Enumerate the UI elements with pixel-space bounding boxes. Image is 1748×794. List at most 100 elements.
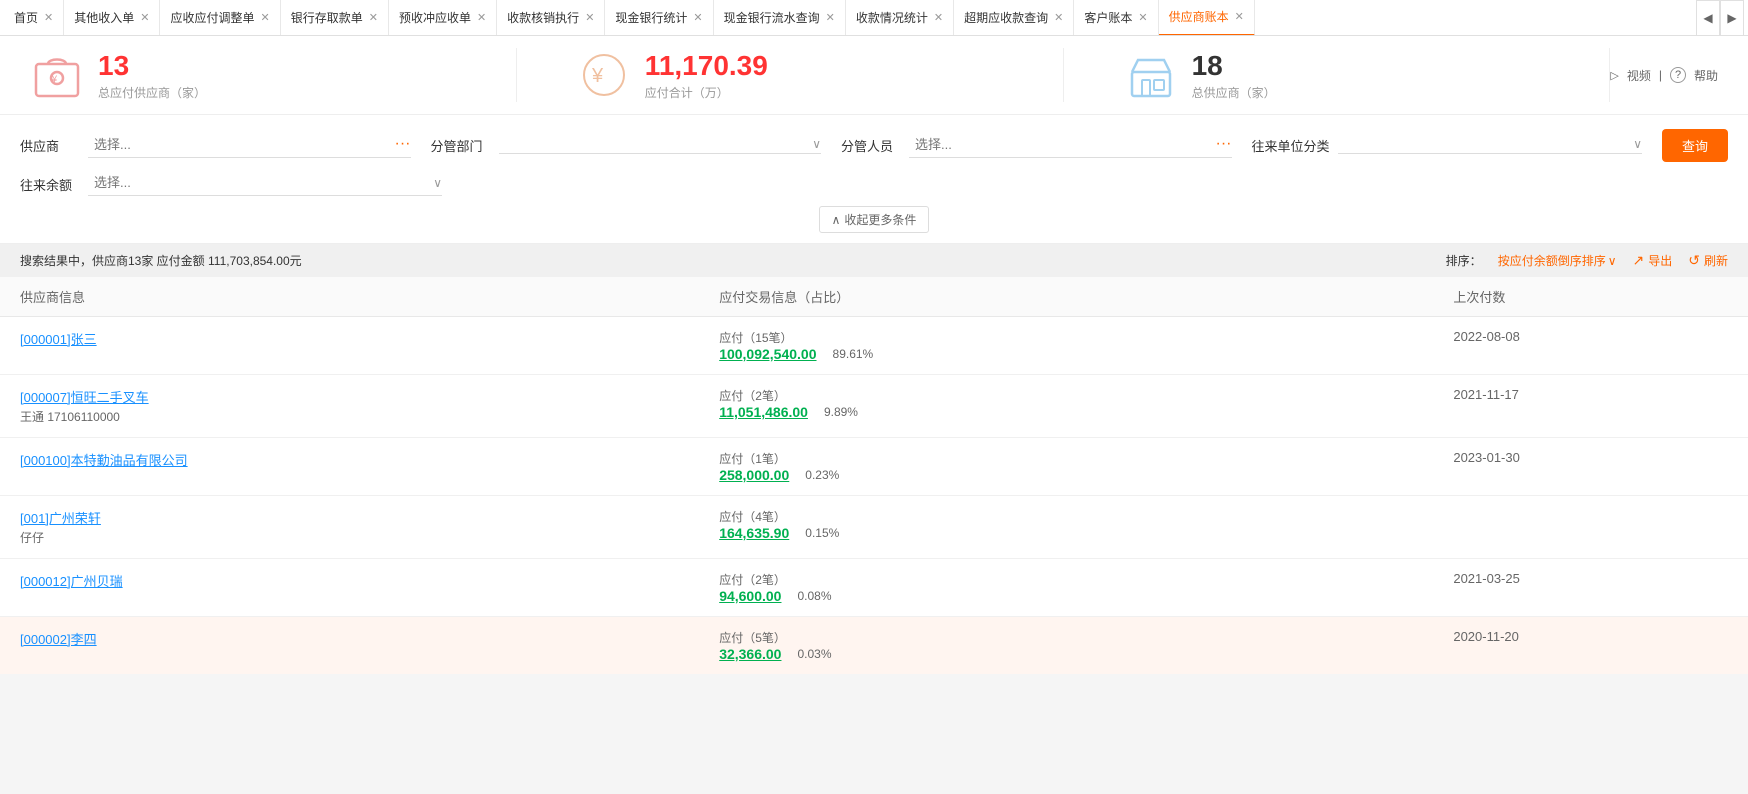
table-row: [001]广州荣轩仔仔 应付（4笔）164,635.90 0.15% [0, 496, 1748, 559]
collapse-button[interactable]: ∧ 收起更多条件 [819, 206, 930, 233]
person-dots-btn[interactable]: ··· [1216, 135, 1232, 153]
summary-text-total-suppliers: 18 总供应商（家） [1192, 49, 1276, 102]
col-header-last-pay: 上次付数 [1433, 277, 1748, 317]
video-link[interactable]: 视频 [1627, 67, 1651, 84]
nav-tab-adjust[interactable]: 应收应付调整单 ✕ [160, 0, 280, 36]
filter-row-1: 供应商 ··· 分管部门 ∨ 分管人员 ··· 往来单位分类 [20, 129, 1728, 162]
summary-text-payable-total: 11,170.39 应付合计（万） [645, 49, 768, 102]
nav-tab-close-bank[interactable]: ✕ [369, 11, 378, 24]
nav-tab-close-cashflow[interactable]: ✕ [826, 11, 835, 24]
filter-supplier: 供应商 ··· [20, 134, 411, 158]
tx-label: 应付（4笔） [719, 508, 1413, 525]
tx-amount[interactable]: 100,092,540.00 [719, 346, 816, 362]
nav-tab-close-recvstat[interactable]: ✕ [934, 11, 943, 24]
col-header-supplier-info: 供应商信息 [0, 277, 699, 317]
nav-tab-custbook[interactable]: 客户账本 ✕ [1074, 0, 1158, 36]
tx-amount[interactable]: 11,051,486.00 [719, 404, 808, 420]
tx-amount[interactable]: 258,000.00 [719, 467, 789, 483]
supplier-sub: 仔仔 [20, 529, 679, 546]
query-button[interactable]: 查询 [1662, 129, 1728, 162]
tx-label: 应付（5笔） [719, 629, 1413, 646]
category-chevron-icon[interactable]: ∨ [1633, 137, 1642, 151]
shop-icon [1124, 48, 1178, 102]
help-link[interactable]: 帮助 [1694, 67, 1718, 84]
tx-percent: 0.23% [805, 468, 839, 482]
nav-tab-label: 预收冲应收单 [399, 9, 471, 26]
nav-tab-cashflow[interactable]: 现金银行流水查询✕ [714, 0, 846, 36]
nav-tab-close-adjust[interactable]: ✕ [260, 11, 269, 24]
supplier-info-cell: [000012]广州贝瑞 [0, 559, 699, 617]
nav-tab-close-cashstat[interactable]: ✕ [693, 11, 702, 24]
nav-tab-close-custbook[interactable]: ✕ [1138, 11, 1147, 24]
supplier-link[interactable]: [000001]张三 [20, 332, 97, 347]
refresh-icon: ↺ [1688, 252, 1700, 269]
table-row: [000007]恒旺二手叉车王通 17106110000应付（2笔）11,051… [0, 375, 1748, 438]
summary-card-total-suppliers: 18 总供应商（家） [1064, 48, 1611, 102]
tx-info-cell: 应付（1笔）258,000.000.23% [699, 438, 1433, 496]
top-navigation: 首页✕其他收入单✕应收应付调整单✕银行存取款单✕预收冲应收单✕收款核销执行✕现金… [0, 0, 1748, 36]
supplier-link[interactable]: [000100]本特勤油品有限公司 [20, 453, 188, 468]
last-pay-cell: 2021-03-25 [1433, 559, 1748, 617]
dept-chevron-icon[interactable]: ∨ [812, 137, 821, 151]
nav-tab-suppbook[interactable]: 供应商账本✕ [1159, 0, 1255, 36]
summary-card-payable-total: ¥ 11,170.39 应付合计（万） [517, 48, 1064, 102]
sort-select[interactable]: 按应付余额倒序排序 ∨ [1498, 252, 1617, 269]
refresh-label: 刷新 [1704, 252, 1728, 269]
summary-bar: ¥ 13 总应付供应商（家） ¥ 11,170.39 应付合计（万） [0, 36, 1748, 115]
collapse-icon: ∧ [832, 213, 841, 227]
nav-tab-label: 应收应付调整单 [170, 9, 254, 26]
table-row: [000012]广州贝瑞 应付（2笔）94,600.000.08% 2021-03-… [0, 559, 1748, 617]
nav-tab-close-suppbook[interactable]: ✕ [1235, 10, 1244, 23]
tx-amount[interactable]: 94,600.00 [719, 588, 781, 604]
summary-text-payable-suppliers: 13 总应付供应商（家） [98, 49, 206, 102]
supplier-filter-input[interactable] [88, 134, 395, 155]
balance-chevron-icon[interactable]: ∨ [433, 176, 442, 190]
nav-tab-home[interactable]: 首页✕ [4, 0, 64, 36]
balance-filter-input[interactable] [88, 172, 433, 193]
nav-tab-cashstat[interactable]: 现金银行统计✕ [605, 0, 713, 36]
last-pay-cell: 2022-08-08 [1433, 317, 1748, 375]
nav-tab-close-overdue[interactable]: ✕ [1054, 11, 1063, 24]
nav-tab-close-prepay[interactable]: ✕ [477, 11, 486, 24]
data-table-wrapper: 供应商信息 应付交易信息（占比） 上次付数 [000001]张三应付（15笔）1… [0, 277, 1748, 674]
nav-tab-verify[interactable]: 收款核销执行✕ [497, 0, 605, 36]
export-label: 导出 [1648, 252, 1672, 269]
nav-tab-income[interactable]: 其他收入单✕ [64, 0, 160, 36]
balance-filter-label: 往来余额 [20, 175, 80, 194]
supplier-dots-btn[interactable]: ··· [395, 135, 411, 153]
tx-amount[interactable]: 164,635.90 [719, 525, 789, 541]
nav-tab-label: 收款情况统计 [856, 9, 928, 26]
svg-text:¥: ¥ [51, 74, 58, 84]
supplier-sub: 王通 17106110000 [20, 408, 679, 425]
nav-tab-prepay[interactable]: 预收冲应收单 ✕ [389, 0, 497, 36]
supplier-link[interactable]: [000007]恒旺二手叉车 [20, 390, 149, 405]
result-summary-text: 搜索结果中，供应商13家 应付金额 111,703,854.00元 [20, 252, 302, 269]
nav-tab-close-income[interactable]: ✕ [140, 11, 149, 24]
nav-tab-label: 客户账本 [1084, 9, 1132, 26]
supplier-link[interactable]: [000012]广州贝瑞 [20, 574, 123, 589]
filter-area: 供应商 ··· 分管部门 ∨ 分管人员 ··· 往来单位分类 [0, 115, 1748, 244]
sort-prefix-label: 排序： [1446, 252, 1482, 269]
supplier-info-cell: [000002]李四 [0, 617, 699, 675]
table-row: [000100]本特勤油品有限公司应付（1笔）258,000.000.23%20… [0, 438, 1748, 496]
payable-suppliers-label: 总应付供应商（家） [98, 84, 206, 101]
nav-next-arrow[interactable]: ▶ [1720, 0, 1744, 36]
nav-tab-close-home[interactable]: ✕ [44, 11, 53, 24]
link-separator: | [1659, 68, 1662, 82]
nav-tab-bank[interactable]: 银行存取款单 ✕ [281, 0, 389, 36]
tx-percent: 0.15% [805, 526, 839, 540]
supplier-link[interactable]: [001]广州荣轩 [20, 511, 101, 526]
supplier-link[interactable]: [000002]李四 [20, 632, 97, 647]
tx-label: 应付（2笔） [719, 571, 1413, 588]
nav-prev-arrow[interactable]: ◀ [1696, 0, 1720, 36]
nav-tab-recvstat[interactable]: 收款情况统计 ✕ [846, 0, 954, 36]
nav-tab-overdue[interactable]: 超期应收款查询✕ [954, 0, 1074, 36]
export-button[interactable]: ↗ 导出 [1633, 252, 1673, 269]
tx-amount[interactable]: 32,366.00 [719, 646, 781, 662]
refresh-button[interactable]: ↺ 刷新 [1688, 252, 1728, 269]
nav-tab-label: 银行存取款单 [291, 9, 363, 26]
tx-info-cell: 应付（2笔）94,600.000.08% [699, 559, 1433, 617]
nav-tab-close-verify[interactable]: ✕ [585, 11, 594, 24]
last-pay-date: 2021-03-25 [1453, 571, 1520, 586]
person-filter-input[interactable] [909, 134, 1216, 155]
